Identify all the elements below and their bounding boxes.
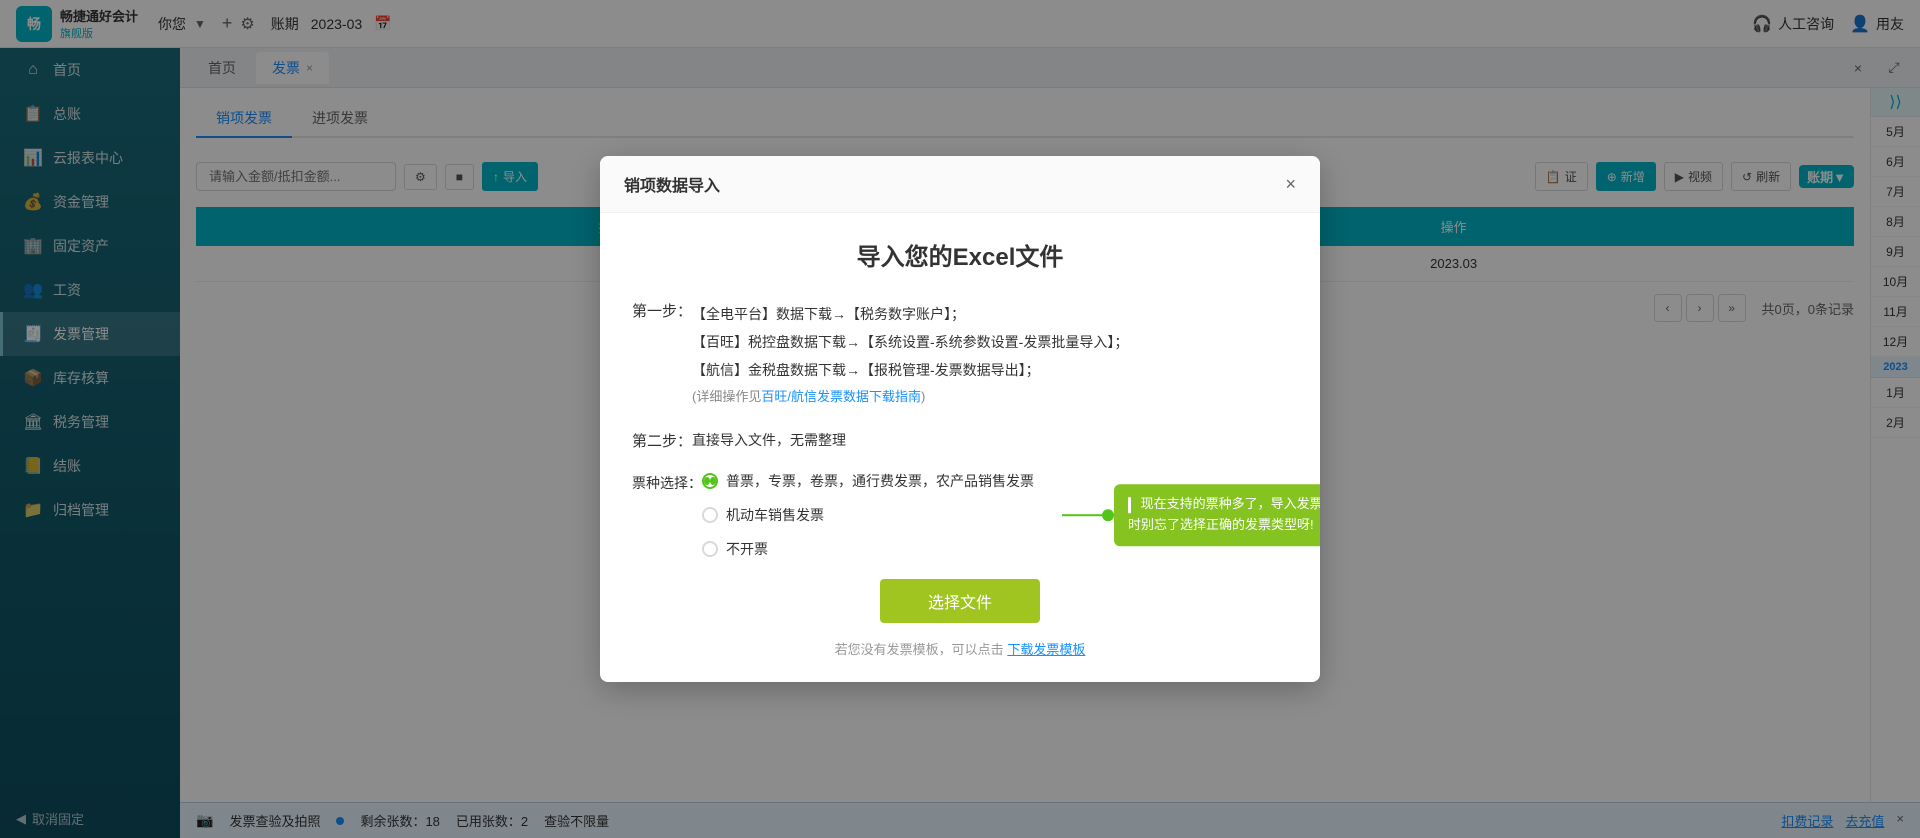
ticket-option-2-row: 机动车销售发票 现在支持的票种多了，导入发票时别忘了选择正确的发票类型呀! × — [702, 505, 1288, 525]
step1-line-1: 【全电平台】数据下载→【税务数字账户】； — [692, 300, 1128, 328]
tooltip-anchor: 现在支持的票种多了，导入发票时别忘了选择正确的发票类型呀! × — [1062, 484, 1320, 546]
ticket-option-3[interactable]: 不开票 — [702, 539, 768, 559]
modal-header: 销项数据导入 × — [600, 156, 1320, 213]
tooltip-bubble: 现在支持的票种多了，导入发票时别忘了选择正确的发票类型呀! × — [1114, 484, 1320, 546]
ticket-2-label: 机动车销售发票 — [726, 505, 824, 525]
ticket-label: 票种选择： — [632, 471, 702, 559]
ticket-option-2[interactable]: 机动车销售发票 — [702, 505, 824, 525]
modal-overlay: 销项数据导入 × 导入您的Excel文件 第一步： 【全电平台】数据下载→【税务… — [0, 0, 1920, 838]
step1-label: 第一步： — [632, 300, 692, 410]
modal-body: 导入您的Excel文件 第一步： 【全电平台】数据下载→【税务数字账户】； 【百… — [600, 213, 1320, 682]
select-file-area: 选择文件 — [632, 579, 1288, 623]
radio-1-checked — [702, 473, 718, 489]
ticket-option-1[interactable]: 普票，专票，卷票，通行费发票，农产品销售发票 — [702, 471, 1034, 491]
step1-content: 【全电平台】数据下载→【税务数字账户】； 【百旺】税控盘数据下载→【系统设置-系… — [692, 300, 1128, 410]
ticket-3-label: 不开票 — [726, 539, 768, 559]
radio-2 — [702, 507, 718, 523]
ticket-option-3-row: 不开票 — [702, 539, 1288, 559]
modal-close-button[interactable]: × — [1285, 174, 1296, 195]
modal-title: 销项数据导入 — [624, 172, 720, 196]
step1-row: 第一步： 【全电平台】数据下载→【税务数字账户】； 【百旺】税控盘数据下载→【系… — [632, 300, 1288, 410]
tooltip-dot — [1102, 509, 1114, 521]
tooltip-text: 现在支持的票种多了，导入发票时别忘了选择正确的发票类型呀! — [1128, 496, 1320, 532]
download-template-link[interactable]: 下载发票模板 — [1007, 642, 1085, 657]
step2-row: 第二步： 直接导入文件，无需整理 — [632, 430, 1288, 451]
ticket-section: 票种选择： 普票，专票，卷票，通行费发票，农产品销售发票 — [632, 471, 1288, 559]
modal-dialog: 销项数据导入 × 导入您的Excel文件 第一步： 【全电平台】数据下载→【税务… — [600, 156, 1320, 682]
step2-content: 直接导入文件，无需整理 — [692, 430, 846, 451]
radio-3 — [702, 541, 718, 557]
step2-label: 第二步： — [632, 430, 692, 451]
step1-line-2: 【百旺】税控盘数据下载→【系统设置-系统参数设置-发票批量导入】； — [692, 328, 1128, 356]
ticket-1-label: 普票，专票，卷票，通行费发票，农产品销售发票 — [726, 471, 1034, 491]
ticket-options: 普票，专票，卷票，通行费发票，农产品销售发票 机动车销售发票 — [702, 471, 1288, 559]
modal-footer: 若您没有发票模板，可以点击 下载发票模板 — [632, 639, 1288, 658]
step1-section: 第一步： 【全电平台】数据下载→【税务数字账户】； 【百旺】税控盘数据下载→【系… — [632, 300, 1288, 410]
step2-section: 第二步： 直接导入文件，无需整理 — [632, 430, 1288, 451]
step1-guide-link: (详细操作见百旺/航信发票数据下载指南) — [692, 384, 1128, 410]
step1-line-3: 【航信】金税盘数据下载→【报税管理-发票数据导出】； — [692, 356, 1128, 384]
footer-text: 若您没有发票模板，可以点击 — [835, 642, 1004, 657]
select-file-button[interactable]: 选择文件 — [880, 579, 1040, 623]
modal-main-title: 导入您的Excel文件 — [632, 237, 1288, 272]
guide-link[interactable]: 百旺/航信发票数据下载指南 — [761, 389, 921, 404]
tooltip-bar — [1128, 497, 1131, 513]
tooltip-line — [1062, 514, 1102, 516]
